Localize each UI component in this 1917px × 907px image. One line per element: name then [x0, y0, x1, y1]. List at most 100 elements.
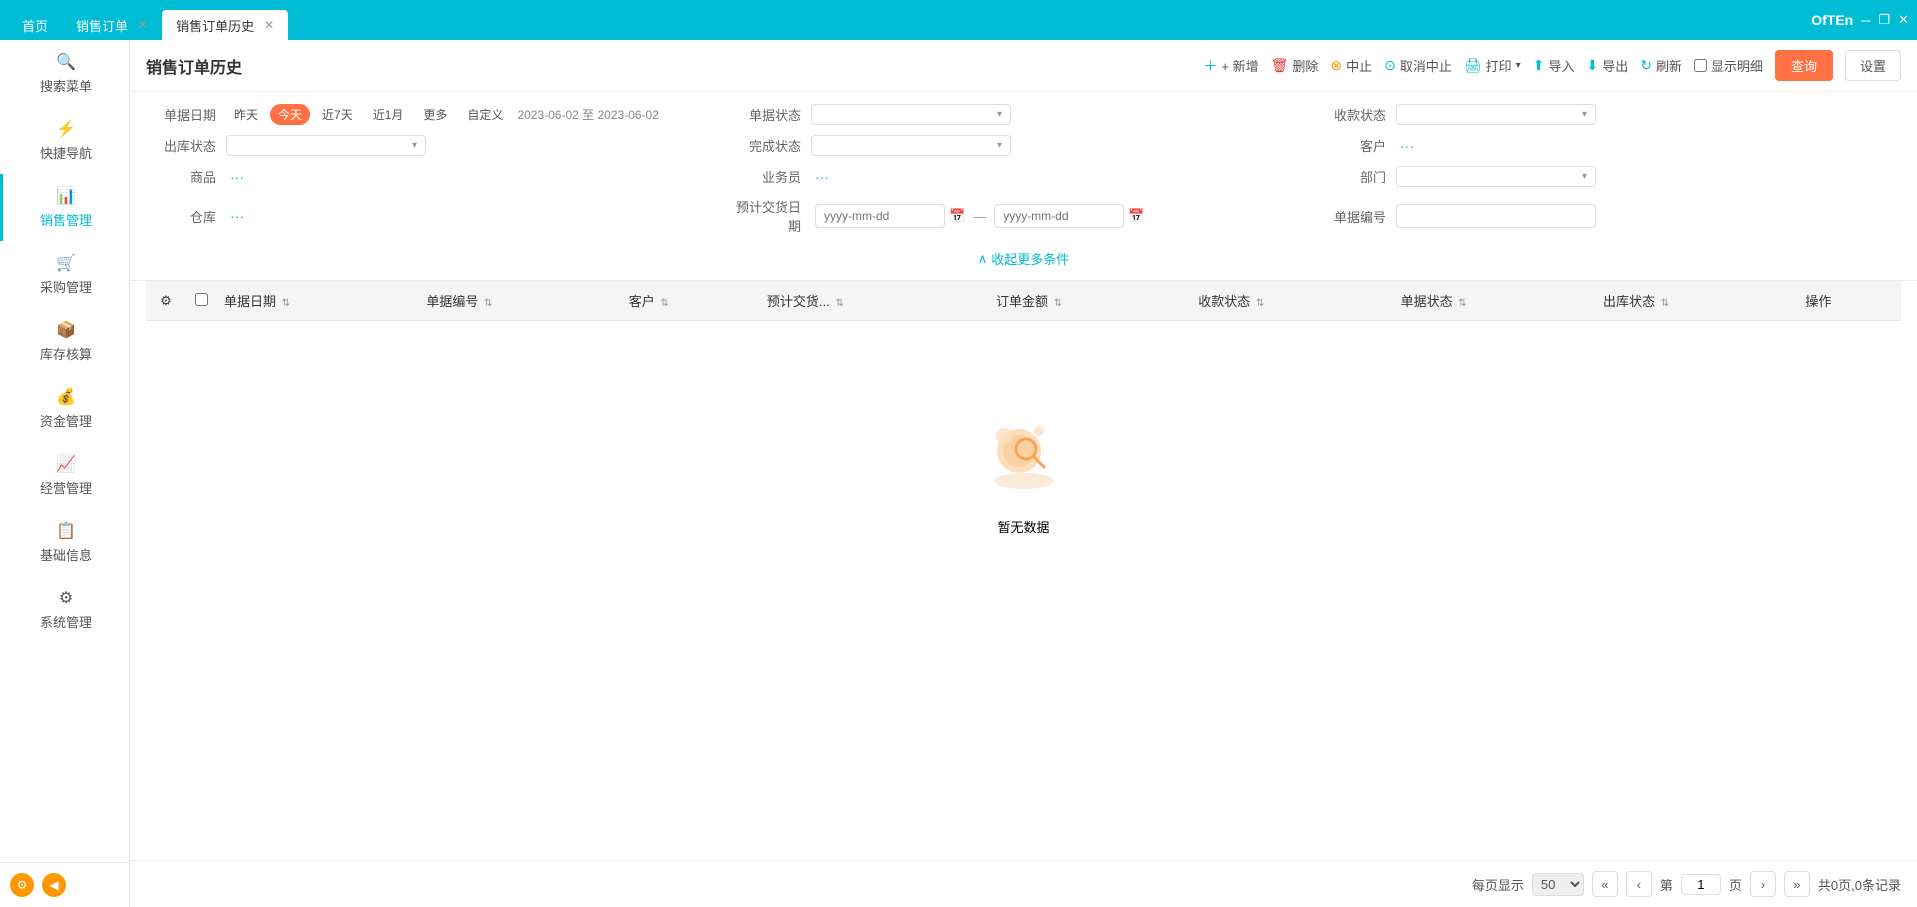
export-icon: ⬇ — [1586, 57, 1598, 74]
tab-sales-order-history-label: 销售订单历史 — [176, 16, 254, 35]
import-button[interactable]: ⬆ 导入 — [1533, 56, 1575, 75]
tab-sales-order-close[interactable]: ✕ — [138, 18, 148, 32]
print-label: 打印 — [1486, 56, 1512, 75]
sys-mgmt-icon: ⚙ — [56, 588, 76, 608]
payment-status-select[interactable]: ▾ — [1396, 104, 1596, 125]
sidebar-item-inventory[interactable]: 📦 库存核算 — [0, 308, 129, 375]
tab-sales-order-history[interactable]: 销售订单历史 ✕ — [162, 10, 288, 40]
inventory-icon: 📦 — [56, 320, 76, 340]
shortcut-yesterday[interactable]: 昨天 — [226, 104, 266, 125]
delete-icon: 🗑 — [1271, 57, 1289, 74]
department-select[interactable]: ▾ — [1396, 166, 1596, 187]
sidebar-item-sales-mgmt[interactable]: 📊 销售管理 — [0, 174, 129, 241]
collapse-button[interactable]: ∧ 收起更多条件 — [146, 245, 1901, 268]
first-page-button[interactable]: « — [1592, 871, 1618, 897]
delete-button[interactable]: 🗑 删除 — [1271, 56, 1319, 75]
gear-icon[interactable]: ⚙ — [160, 293, 172, 308]
refresh-button[interactable]: ↻ 刷新 — [1640, 56, 1682, 75]
customer-ellipsis[interactable]: ··· — [1396, 138, 1418, 154]
sidebar-item-finance[interactable]: 💰 资金管理 — [0, 375, 129, 442]
calendar-end-icon[interactable]: 📅 — [1128, 208, 1144, 224]
sidebar-item-label-sys-mgmt: 系统管理 — [40, 612, 92, 631]
shortcut-custom[interactable]: 自定义 — [459, 104, 511, 125]
filter-out-status-col: 出库状态 ▾ — [146, 135, 731, 156]
salesperson-ellipsis[interactable]: ··· — [811, 169, 833, 185]
print-button[interactable]: 🖨 打印 ▾ — [1464, 56, 1521, 75]
display-detail-input[interactable] — [1694, 59, 1707, 72]
page-size-select[interactable]: 20 50 100 — [1532, 873, 1584, 896]
last-page-button[interactable]: » — [1784, 871, 1810, 897]
next-page-button[interactable]: › — [1750, 871, 1776, 897]
out-status-label: 出库状态 — [146, 136, 226, 155]
sort-number-icon[interactable]: ⇅ — [484, 298, 492, 309]
th-customer: 客户 ⇅ — [621, 281, 759, 321]
complete-status-select[interactable]: ▾ — [811, 135, 1011, 156]
sidebar-item-quick-nav[interactable]: ⚡ 快捷导航 — [0, 107, 129, 174]
filter-salesperson-col: 业务员 ··· — [731, 167, 1316, 186]
filter-bill-status-col: 单据状态 ▾ — [731, 104, 1316, 125]
sidebar-item-label-operations: 经营管理 — [40, 478, 92, 497]
restore-btn[interactable]: ❐ — [1878, 12, 1890, 28]
tab-sales-order[interactable]: 销售订单 ✕ — [62, 10, 162, 40]
filter-row-4: 仓库 ··· 预计交货日期 📅 — 📅 单据编号 — [146, 197, 1901, 235]
product-label: 商品 — [146, 167, 226, 186]
cancel-stop-button[interactable]: ⊙ 取消中止 — [1384, 56, 1452, 75]
minimize-btn[interactable]: ─ — [1861, 13, 1870, 28]
stop-button[interactable]: ⊗ 中止 — [1330, 56, 1372, 75]
shortcut-1month[interactable]: 近1月 — [365, 104, 412, 125]
th-check[interactable] — [186, 281, 216, 321]
bill-status-label: 单据状态 — [731, 105, 811, 124]
sidebar-item-search-menu[interactable]: 🔍 搜索菜单 — [0, 40, 129, 107]
delivery-date-end[interactable] — [994, 204, 1124, 228]
sort-out-status-icon[interactable]: ⇅ — [1661, 298, 1669, 309]
filter-complete-status-col: 完成状态 ▾ — [731, 135, 1316, 156]
sidebar-item-label-search-menu: 搜索菜单 — [40, 76, 92, 95]
date-control: 昨天 今天 近7天 近1月 更多 自定义 2023-06-02 至 2023-0… — [226, 104, 731, 125]
warehouse-ellipsis[interactable]: ··· — [226, 208, 248, 224]
new-button[interactable]: ＋ + 新增 — [1203, 56, 1258, 76]
product-ellipsis[interactable]: ··· — [226, 169, 248, 185]
sidebar-item-sys-mgmt[interactable]: ⚙ 系统管理 — [0, 576, 129, 643]
setting-button[interactable]: 设置 — [1845, 50, 1901, 81]
sidebar-settings-icon[interactable]: ⚙ — [10, 873, 34, 897]
tab-sales-order-history-close[interactable]: ✕ — [264, 18, 274, 32]
content-area: 销售订单历史 ＋ + 新增 🗑 删除 ⊗ 中止 ⊙ 取消中止 — [130, 40, 1917, 907]
filter-department-col: 部门 ▾ — [1316, 166, 1901, 187]
calendar-start-icon[interactable]: 📅 — [949, 208, 965, 224]
select-all-checkbox[interactable] — [195, 293, 208, 306]
th-gear[interactable]: ⚙ — [146, 281, 186, 321]
sidebar-collapse-icon[interactable]: ◀ — [42, 873, 66, 897]
pagination-bar: 每页显示 20 50 100 « ‹ 第 页 › » 共0页,0条记录 — [130, 860, 1917, 907]
close-btn[interactable]: ✕ — [1898, 12, 1909, 28]
delivery-date-start[interactable] — [815, 204, 945, 228]
sort-bill-status-icon[interactable]: ⇅ — [1458, 298, 1466, 309]
sort-delivery-icon[interactable]: ⇅ — [835, 298, 843, 309]
sort-customer-icon[interactable]: ⇅ — [660, 298, 668, 309]
sidebar-item-operations[interactable]: 📈 经营管理 — [0, 442, 129, 509]
sort-amount-icon[interactable]: ⇅ — [1054, 298, 1062, 309]
complete-status-arrow-icon: ▾ — [997, 140, 1002, 151]
out-status-select[interactable]: ▾ — [226, 135, 426, 156]
shortcut-7days[interactable]: 近7天 — [314, 104, 361, 125]
bill-status-select[interactable]: ▾ — [811, 104, 1011, 125]
current-page-input[interactable] — [1681, 874, 1721, 895]
th-number: 单据编号 ⇅ — [418, 281, 620, 321]
prev-page-button[interactable]: ‹ — [1626, 871, 1652, 897]
sort-payment-status-icon[interactable]: ⇅ — [1256, 298, 1264, 309]
tab-home[interactable]: 首页 — [8, 10, 62, 40]
page-unit: 页 — [1729, 875, 1742, 894]
sidebar-bottom: ⚙ ◀ — [0, 862, 129, 907]
filter-area: 单据日期 昨天 今天 近7天 近1月 更多 自定义 2023-06-02 至 2… — [130, 92, 1917, 281]
cancel-stop-icon: ⊙ — [1384, 57, 1396, 74]
query-button[interactable]: 查询 — [1775, 50, 1833, 81]
sidebar-item-basic-info[interactable]: 📋 基础信息 — [0, 509, 129, 576]
display-detail-checkbox[interactable]: 显示明细 — [1694, 56, 1763, 75]
shortcut-today[interactable]: 今天 — [270, 104, 310, 125]
empty-text: 暂无数据 — [997, 517, 1049, 536]
bill-number-input[interactable] — [1396, 204, 1596, 228]
sidebar-item-purchase-mgmt[interactable]: 🛒 采购管理 — [0, 241, 129, 308]
sidebar-item-label-sales-mgmt: 销售管理 — [40, 210, 92, 229]
export-button[interactable]: ⬇ 导出 — [1586, 56, 1628, 75]
shortcut-more[interactable]: 更多 — [415, 104, 455, 125]
sort-date-icon[interactable]: ⇅ — [282, 298, 290, 309]
